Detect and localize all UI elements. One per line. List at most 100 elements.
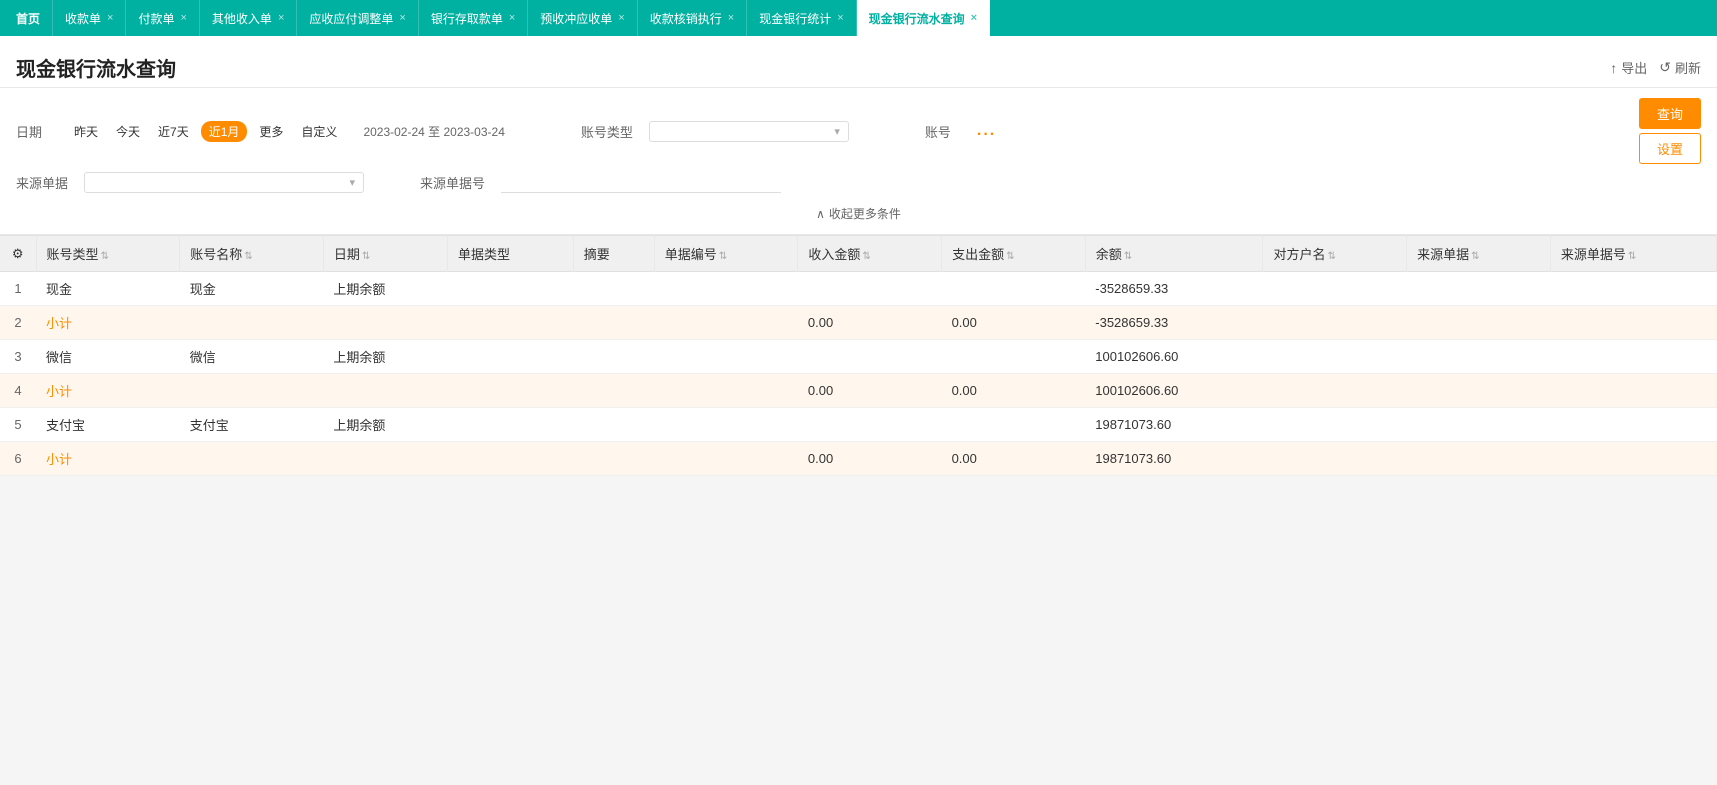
close-icon[interactable]: × (180, 12, 186, 24)
col-account-name: 账号名称⇅ (180, 236, 324, 272)
account-label: 账号 (925, 122, 961, 141)
doc-type-cell (447, 442, 573, 476)
source-doc-cell (1407, 442, 1551, 476)
source-doc-no-input[interactable] (501, 173, 781, 193)
collapse-icon: ∧ (816, 207, 825, 221)
sort-icon[interactable]: ⇅ (862, 251, 870, 262)
sort-icon[interactable]: ⇅ (362, 251, 370, 262)
doc-no-cell (654, 408, 798, 442)
close-icon[interactable]: × (728, 12, 734, 24)
chevron-down-icon-2: ▾ (349, 176, 355, 189)
close-icon[interactable]: × (837, 12, 843, 24)
income-cell: 0.00 (798, 306, 942, 340)
balance-cell: 100102606.60 (1085, 340, 1263, 374)
nav-tab-yushou[interactable]: 预收冲应收单 × (528, 0, 637, 36)
row-num: 6 (0, 442, 36, 476)
nav-tab-liushui[interactable]: 现金银行流水查询 × (857, 0, 990, 36)
col-gear[interactable]: ⚙ (0, 236, 36, 272)
col-account-type: 账号类型⇅ (36, 236, 180, 272)
counterpart-cell (1263, 340, 1407, 374)
account-name-cell (180, 442, 324, 476)
date-options: 昨天 今天 近7天 近1月 更多 自定义 (68, 121, 343, 142)
date-option-today[interactable]: 今天 (110, 122, 146, 141)
account-dots-button[interactable]: ... (977, 122, 996, 140)
source-doc-label: 来源单据 (16, 173, 68, 192)
collapse-bar[interactable]: ∧ 收起更多条件 (16, 201, 1701, 228)
counterpart-cell (1263, 442, 1407, 476)
table-header-row: ⚙ 账号类型⇅ 账号名称⇅ 日期⇅ 单据类型 摘要 单据编号⇅ 收入金额⇅ (0, 236, 1717, 272)
nav-tab-tongji[interactable]: 现金银行统计 × (747, 0, 856, 36)
row-num: 2 (0, 306, 36, 340)
nav-tab-yinhang[interactable]: 银行存取款单 × (419, 0, 528, 36)
source-doc-select[interactable]: ▾ (84, 172, 364, 193)
doc-no-cell (654, 272, 798, 306)
query-button[interactable]: 查询 (1639, 98, 1701, 129)
col-income: 收入金额⇅ (798, 236, 942, 272)
nav-tab-yingshou[interactable]: 应收应付调整单 × (297, 0, 418, 36)
date-cell: 上期余额 (323, 272, 447, 306)
chevron-down-icon: ▾ (834, 125, 840, 138)
balance-cell: 19871073.60 (1085, 442, 1263, 476)
refresh-button[interactable]: ↺ 刷新 (1659, 58, 1701, 77)
counterpart-cell (1263, 272, 1407, 306)
col-doc-type: 单据类型 (447, 236, 573, 272)
date-option-custom[interactable]: 自定义 (295, 122, 343, 141)
sort-icon[interactable]: ⇅ (1124, 251, 1132, 262)
sort-icon[interactable]: ⇅ (101, 251, 109, 262)
close-icon[interactable]: × (399, 12, 405, 24)
account-name-cell: 微信 (180, 340, 324, 374)
date-option-more[interactable]: 更多 (253, 122, 289, 141)
page-title: 现金银行流水查询 (16, 53, 176, 82)
settings-button[interactable]: 设置 (1639, 133, 1701, 164)
close-icon[interactable]: × (618, 12, 624, 24)
balance-cell: -3528659.33 (1085, 272, 1263, 306)
row-num: 1 (0, 272, 36, 306)
nav-tab-shoukuan[interactable]: 收款核销执行 × (638, 0, 747, 36)
sort-icon[interactable]: ⇅ (1327, 251, 1335, 262)
date-option-yesterday[interactable]: 昨天 (68, 122, 104, 141)
col-balance: 余额⇅ (1085, 236, 1263, 272)
refresh-icon: ↺ (1659, 59, 1671, 76)
close-icon[interactable]: × (278, 12, 284, 24)
date-option-1month[interactable]: 近1月 (201, 121, 248, 142)
sort-icon[interactable]: ⇅ (244, 251, 252, 262)
nav-tab-fukuandan[interactable]: 付款单 × (126, 0, 199, 36)
sort-icon[interactable]: ⇅ (1006, 251, 1014, 262)
counterpart-cell (1263, 408, 1407, 442)
nav-tab-qita[interactable]: 其他收入单 × (200, 0, 297, 36)
export-button[interactable]: ↑ 导出 (1610, 58, 1647, 77)
account-type-select[interactable]: ▾ (649, 121, 849, 142)
summary-cell (573, 272, 654, 306)
income-cell: 0.00 (798, 442, 942, 476)
close-icon[interactable]: × (971, 12, 977, 24)
source-doc-no-cell (1550, 408, 1716, 442)
doc-no-cell (654, 374, 798, 408)
close-icon[interactable]: × (107, 12, 113, 24)
close-icon[interactable]: × (509, 12, 515, 24)
col-expense: 支出金额⇅ (942, 236, 1086, 272)
source-doc-cell (1407, 408, 1551, 442)
gear-icon[interactable]: ⚙ (12, 246, 24, 261)
doc-type-cell (447, 374, 573, 408)
date-option-7days[interactable]: 近7天 (152, 122, 195, 141)
page-header: 现金银行流水查询 ↑ 导出 ↺ 刷新 (0, 36, 1717, 88)
nav-tab-home[interactable]: 首页 (4, 0, 53, 36)
doc-type-cell (447, 306, 573, 340)
account-type-label: 账号类型 (581, 122, 633, 141)
doc-type-cell (447, 340, 573, 374)
table-row: 1现金现金上期余额-3528659.33 (0, 272, 1717, 306)
col-date: 日期⇅ (323, 236, 447, 272)
sort-icon[interactable]: ⇅ (1471, 251, 1479, 262)
sort-icon[interactable]: ⇅ (1628, 251, 1636, 262)
source-doc-no-cell (1550, 306, 1716, 340)
summary-cell (573, 442, 654, 476)
nav-tab-shoukuandan[interactable]: 收款单 × (53, 0, 126, 36)
account-type-cell: 小计 (36, 374, 180, 408)
balance-cell: -3528659.33 (1085, 306, 1263, 340)
row-num: 3 (0, 340, 36, 374)
sort-icon[interactable]: ⇅ (719, 251, 727, 262)
account-name-cell: 现金 (180, 272, 324, 306)
col-doc-no: 单据编号⇅ (654, 236, 798, 272)
account-type-cell: 小计 (36, 306, 180, 340)
income-cell (798, 340, 942, 374)
